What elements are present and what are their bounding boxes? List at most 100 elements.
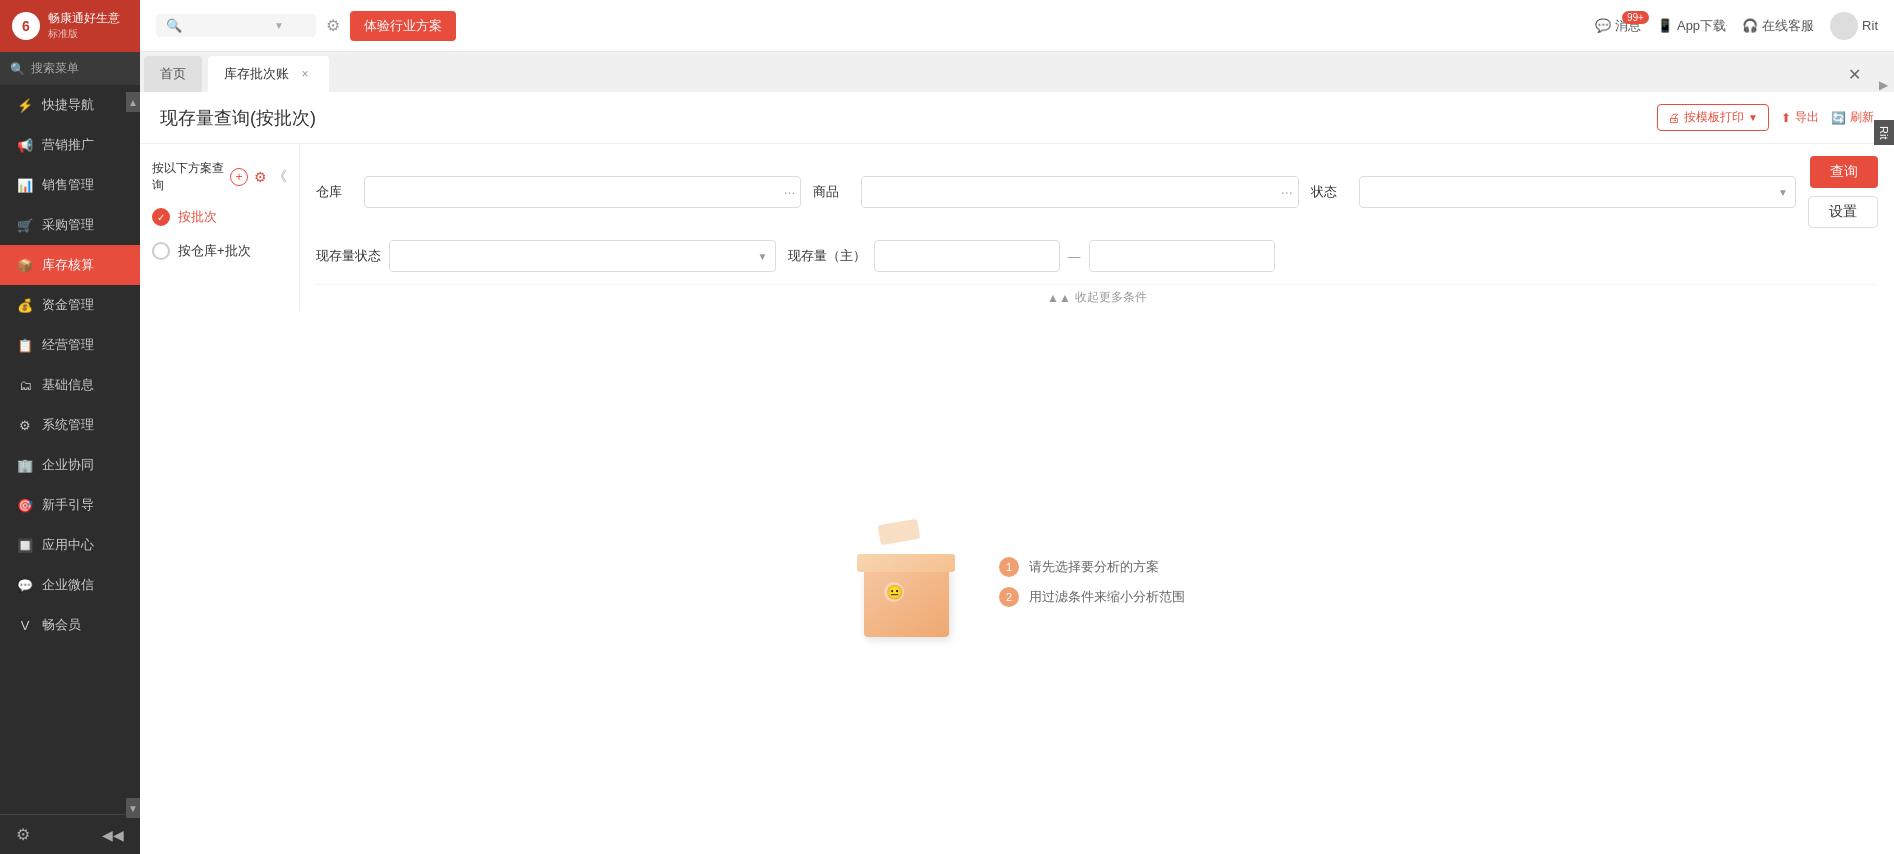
- refresh-icon: 🔄: [1831, 111, 1846, 125]
- purchase-icon: 🛒: [16, 216, 34, 234]
- tip-num-2: 2: [999, 587, 1019, 607]
- messages-btn[interactable]: 💬 消息 99+: [1595, 17, 1641, 35]
- stock-qty-min-input[interactable]: [874, 240, 1060, 272]
- newbie-icon: 🎯: [16, 496, 34, 514]
- product-input[interactable]: [861, 176, 1298, 208]
- settings-icon[interactable]: ⚙: [16, 825, 30, 844]
- warehouse-input[interactable]: [364, 176, 801, 208]
- member-icon: V: [16, 616, 34, 634]
- stock-qty-max-input[interactable]: [1089, 240, 1275, 272]
- query-btn[interactable]: 查询: [1810, 156, 1878, 188]
- sidebar-item-operations[interactable]: 📋 经营管理: [0, 325, 140, 365]
- user-name: Rit: [1862, 18, 1878, 33]
- sidebar-item-label: 应用中心: [42, 536, 94, 554]
- tab-inventory-batch[interactable]: 库存批次账 ×: [208, 56, 329, 92]
- sidebar-item-inventory[interactable]: 📦 库存核算: [0, 245, 140, 285]
- empty-tips: 1 请先选择要分析的方案 2 用过滤条件来缩小分析范围: [999, 557, 1185, 607]
- print-icon: 🖨: [1668, 111, 1680, 125]
- sidebar-item-sales[interactable]: 📊 销售管理: [0, 165, 140, 205]
- sidebar-item-label: 基础信息: [42, 376, 94, 394]
- refresh-btn[interactable]: 🔄 刷新: [1831, 109, 1874, 126]
- collapse-filter-icon[interactable]: 《: [273, 168, 287, 186]
- user-menu[interactable]: Rit: [1830, 12, 1878, 40]
- sidebar-item-label: 资金管理: [42, 296, 94, 314]
- stock-qty-range: —: [874, 240, 1275, 272]
- sidebar-item-newbie[interactable]: 🎯 新手引导: [0, 485, 140, 525]
- range-dash: —: [1068, 249, 1081, 264]
- sidebar-item-purchase[interactable]: 🛒 采购管理: [0, 205, 140, 245]
- sidebar-item-finance[interactable]: 💰 资金管理: [0, 285, 140, 325]
- filter-option-label-batch: 按批次: [178, 208, 217, 226]
- experience-btn[interactable]: 体验行业方案: [350, 11, 456, 41]
- collapse-icon[interactable]: ◀◀: [102, 827, 124, 843]
- template-print-btn[interactable]: 🖨 按模板打印 ▼: [1657, 104, 1769, 131]
- online-service-btn[interactable]: 🎧 在线客服: [1742, 17, 1814, 35]
- panel-right-arrow[interactable]: ▶: [1873, 78, 1894, 92]
- collapse-up-icon: ▲▲: [1047, 291, 1071, 305]
- product-field: 商品 ···: [813, 176, 1298, 208]
- export-btn[interactable]: ⬆ 导出: [1781, 109, 1819, 126]
- tab-close-btn[interactable]: ×: [297, 66, 313, 82]
- stock-status-label: 现存量状态: [316, 247, 381, 265]
- online-service-label: 在线客服: [1762, 17, 1814, 35]
- add-icon[interactable]: +: [230, 168, 248, 186]
- sidebar-scroll-up[interactable]: ▲: [126, 92, 140, 112]
- sidebar-item-label: 新手引导: [42, 496, 94, 514]
- sidebar-item-quick-nav[interactable]: ⚡ 快捷导航: [0, 85, 140, 125]
- warehouse-label: 仓库: [316, 183, 356, 201]
- basic-icon: 🗂: [16, 376, 34, 394]
- sidebar-item-basic[interactable]: 🗂 基础信息: [0, 365, 140, 405]
- sidebar-item-marketing[interactable]: 📢 营销推广: [0, 125, 140, 165]
- sidebar: 6 畅康通好生意 标准版 🔍 搜索菜单 ⚡ 快捷导航 📢 营销推广 📊 销售管理…: [0, 0, 140, 854]
- sidebar-item-label: 企业协同: [42, 456, 94, 474]
- edition-label: 标准版: [48, 27, 120, 41]
- sidebar-search[interactable]: 🔍 搜索菜单: [0, 52, 140, 85]
- stock-status-select-wrapper: ▼: [389, 240, 776, 272]
- sidebar-item-app-center[interactable]: 🔲 应用中心: [0, 525, 140, 565]
- sidebar-item-member[interactable]: V 畅会员: [0, 605, 140, 645]
- gear-icon[interactable]: ⚙: [326, 16, 340, 35]
- topbar-search-icon: 🔍: [166, 18, 182, 33]
- sidebar-item-system[interactable]: ⚙ 系统管理: [0, 405, 140, 445]
- page-header-actions: 🖨 按模板打印 ▼ ⬆ 导出 🔄 刷新: [1657, 104, 1874, 131]
- collapse-more-btn[interactable]: ▲▲ 收起更多条件: [316, 284, 1878, 310]
- sidebar-item-label: 营销推广: [42, 136, 94, 154]
- status-field: 状态 ▼: [1311, 176, 1796, 208]
- settings-btn[interactable]: 设置: [1808, 196, 1878, 228]
- app-download-btn[interactable]: 📱 App下载: [1657, 17, 1726, 35]
- stock-qty-label: 现存量（主）: [788, 247, 866, 265]
- stock-status-select[interactable]: [389, 240, 776, 272]
- settings-filter-icon[interactable]: ⚙: [254, 169, 267, 185]
- sidebar-scroll-down[interactable]: ▼: [126, 798, 140, 818]
- sidebar-item-label: 库存核算: [42, 256, 94, 274]
- product-label: 商品: [813, 183, 853, 201]
- filter-option-by-batch[interactable]: ✓ 按批次: [140, 200, 299, 234]
- main-area: 🔍 ▼ ⚙ 体验行业方案 💬 消息 99+ 📱 App下载 🎧 在线客服 R: [140, 0, 1894, 854]
- empty-state: 😐 1 请先选择要分析的方案 2 用过滤条件来缩小分析范围: [140, 310, 1894, 854]
- app-logo: 6: [12, 12, 40, 40]
- search-icon: 🔍: [10, 62, 25, 76]
- product-dots-btn[interactable]: ···: [1281, 184, 1293, 200]
- quick-nav-icon: ⚡: [16, 96, 34, 114]
- tip-text-1: 请先选择要分析的方案: [1029, 558, 1159, 576]
- topbar-search-box[interactable]: 🔍 ▼: [156, 14, 316, 37]
- sidebar-item-enterprise-wechat[interactable]: 💬 企业微信: [0, 565, 140, 605]
- status-label: 状态: [1311, 183, 1351, 201]
- sidebar-item-enterprise-collab[interactable]: 🏢 企业协同: [0, 445, 140, 485]
- finance-icon: 💰: [16, 296, 34, 314]
- sales-icon: 📊: [16, 176, 34, 194]
- topbar-search-input[interactable]: [188, 19, 268, 33]
- sidebar-item-label: 畅会员: [42, 616, 81, 634]
- warehouse-dots-btn[interactable]: ···: [784, 184, 796, 200]
- stock-status-field: 现存量状态 ▼: [316, 240, 776, 272]
- filter-area: 按以下方案查询 + ⚙ 《 ✓ 按批次 按仓库+批次: [140, 144, 1894, 310]
- filter-row-1: 仓库 ··· 商品 ··· 状态: [316, 156, 1878, 228]
- rit-button[interactable]: Rit: [1874, 120, 1894, 145]
- filter-option-by-warehouse-batch[interactable]: 按仓库+批次: [140, 234, 299, 268]
- topbar-search-dropdown[interactable]: ▼: [274, 20, 284, 31]
- panel-close-btn[interactable]: ✕: [1836, 56, 1873, 92]
- status-select[interactable]: [1359, 176, 1796, 208]
- tab-home[interactable]: 首页: [144, 56, 202, 92]
- enterprise-wechat-icon: 💬: [16, 576, 34, 594]
- filter-option-icon-batch: ✓: [152, 208, 170, 226]
